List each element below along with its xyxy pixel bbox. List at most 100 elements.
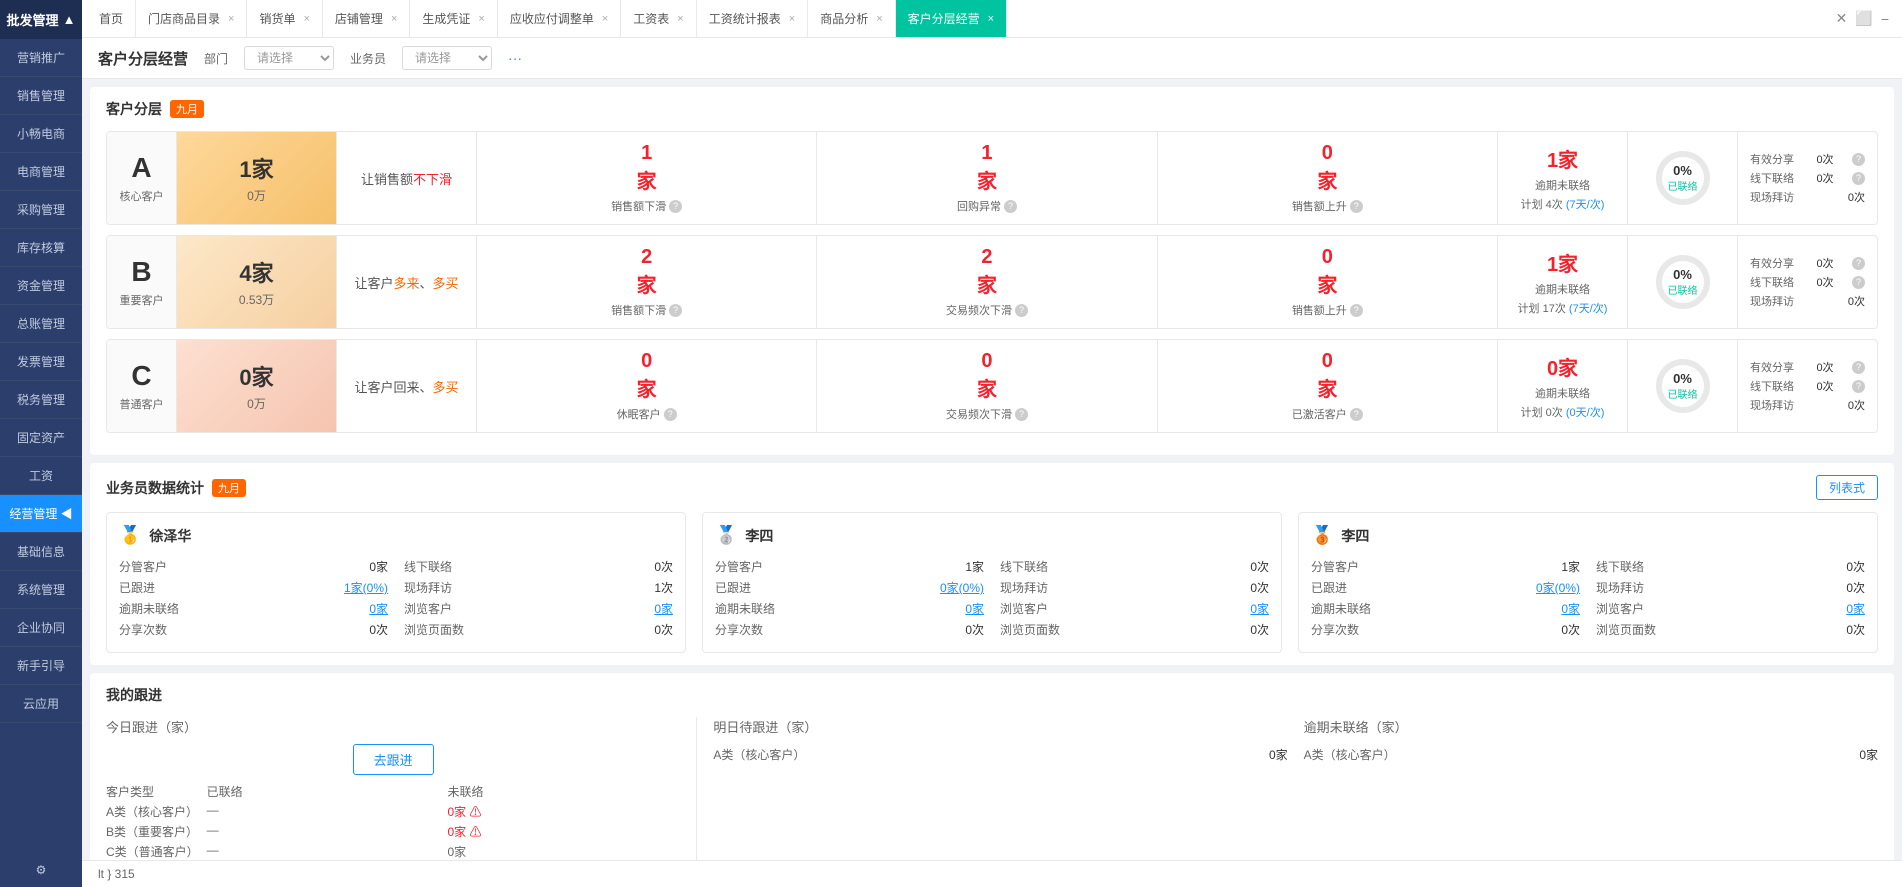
tomorrow-label-a: A类（核心客户） <box>713 746 805 763</box>
sidebar-item-yun[interactable]: 云应用 <box>0 685 82 723</box>
info-icon[interactable]: ? <box>1852 276 1865 289</box>
tier-b-stat-0[interactable]: 2家 销售额下滑 ? <box>477 236 817 328</box>
tier-c-stat-2[interactable]: 0家 已激活客户 ? <box>1158 340 1497 432</box>
tab-home[interactable]: 首页 <box>87 0 136 38</box>
gear-icon[interactable]: ⚙ <box>0 853 82 887</box>
stat-link[interactable]: 0家 <box>654 600 673 617</box>
sidebar-item-xinshou[interactable]: 新手引导 <box>0 647 82 685</box>
stat-link[interactable]: 1家(0%) <box>344 579 388 596</box>
close-icon[interactable]: × <box>876 13 882 25</box>
tier-a-stat-1[interactable]: 1家 回购异常 ? <box>817 132 1157 224</box>
col-header-contacted: 已联络 <box>207 783 440 800</box>
tab-receivable[interactable]: 应收应付调整单 × <box>498 0 621 38</box>
sidebar-item-qiye[interactable]: 企业协同 <box>0 609 82 647</box>
tier-c-side-count-0: 0次 <box>1816 359 1833 375</box>
tier-c-summary[interactable]: 0家 0万 <box>177 340 337 432</box>
close-icon[interactable]: × <box>789 13 795 25</box>
tier-c-side-1: 线下联络 0次 ? <box>1750 378 1865 394</box>
stat-label: 浏览页面数 <box>1000 621 1060 638</box>
info-icon[interactable]: ? <box>1015 304 1028 317</box>
tier-b-stat-2[interactable]: 0家 销售额上升 ? <box>1158 236 1497 328</box>
info-icon[interactable]: ? <box>1852 172 1865 185</box>
tab-sales-order[interactable]: 销货单 × <box>247 0 322 38</box>
tab-product-analysis[interactable]: 商品分析 × <box>808 0 895 38</box>
tier-c-stat-0[interactable]: 0家 休眠客户 ? <box>477 340 817 432</box>
stat-link[interactable]: 0家(0%) <box>1536 579 1580 596</box>
more-options-icon[interactable]: ··· <box>508 50 522 66</box>
sidebar-item-dianshang[interactable]: 电商管理 <box>0 153 82 191</box>
stat-link[interactable]: 0家 <box>1250 600 1269 617</box>
info-icon[interactable]: ? <box>1852 153 1865 166</box>
stat-link[interactable]: 0家(0%) <box>940 579 984 596</box>
info-icon[interactable]: ? <box>1350 304 1363 317</box>
tier-c-stat-1[interactable]: 0家 交易频次下滑 ? <box>817 340 1157 432</box>
info-icon[interactable]: ? <box>1852 361 1865 374</box>
minimize-window-icon[interactable]: − <box>1881 11 1889 27</box>
info-icon[interactable]: ? <box>1350 200 1363 213</box>
stat-link[interactable]: 0家 <box>369 600 388 617</box>
close-icon[interactable]: × <box>988 13 994 25</box>
tier-b-stat-1[interactable]: 2家 交易频次下滑 ? <box>817 236 1157 328</box>
sidebar-item-xiaodian[interactable]: 小畅电商 <box>0 115 82 153</box>
sidebar-item-zonzhang[interactable]: 总账管理 <box>0 305 82 343</box>
tab-customer-tier[interactable]: 客户分层经营 × <box>896 0 1007 38</box>
sidebar-logo[interactable]: 批发管理 ▲ <box>0 0 82 39</box>
stat-link[interactable]: 0家 <box>1846 600 1865 617</box>
circle-chart-a: 0% 已联络 <box>1653 148 1713 208</box>
tab-store-mgmt[interactable]: 店铺管理 × <box>323 0 410 38</box>
tab-voucher[interactable]: 生成凭证 × <box>410 0 497 38</box>
tier-b-summary[interactable]: 4家 0.53万 <box>177 236 337 328</box>
close-window-icon[interactable]: ✕ <box>1836 10 1848 27</box>
stat-link[interactable]: 0家 <box>965 600 984 617</box>
tier-a-stat-2[interactable]: 0家 销售额上升 ? <box>1158 132 1497 224</box>
tier-a-stat-label-1: 回购异常 ? <box>957 198 1017 214</box>
sidebar-item-jichu[interactable]: 基础信息 <box>0 533 82 571</box>
sidebar-item-label: 系统管理 <box>17 583 65 597</box>
staff-select[interactable]: 请选择 <box>402 46 492 70</box>
close-icon[interactable]: × <box>303 13 309 25</box>
tier-c-plan-link[interactable]: (0天/次) <box>1566 407 1605 419</box>
sidebar-item-xiaoshou[interactable]: 销售管理 <box>0 77 82 115</box>
stat-link[interactable]: 0家 <box>1561 600 1580 617</box>
tier-c-side-label-1: 线下联络 <box>1750 378 1794 394</box>
tier-b-label: B 重要客户 <box>107 236 177 328</box>
tier-a-summary[interactable]: 1家 0万 <box>177 132 337 224</box>
info-icon[interactable]: ? <box>1004 200 1017 213</box>
sidebar-item-caigou[interactable]: 采购管理 <box>0 191 82 229</box>
info-icon[interactable]: ? <box>1015 408 1028 421</box>
tab-payroll[interactable]: 工资表 × <box>621 0 696 38</box>
sidebar-item-xitong[interactable]: 系统管理 <box>0 571 82 609</box>
tab-payroll-report[interactable]: 工资统计报表 × <box>697 0 808 38</box>
info-icon[interactable]: ? <box>1350 408 1363 421</box>
tier-a-plan-link[interactable]: (7天/次) <box>1566 199 1605 211</box>
sidebar-item-yingxiao[interactable]: 营销推广 <box>0 39 82 77</box>
close-icon[interactable]: × <box>228 13 234 25</box>
sidebar-item-shuiwu[interactable]: 税务管理 <box>0 381 82 419</box>
info-icon[interactable]: ? <box>1852 257 1865 270</box>
tier-b-plan-link[interactable]: (7天/次) <box>1569 303 1608 315</box>
close-icon[interactable]: × <box>391 13 397 25</box>
tab-product-analysis-label: 商品分析 <box>820 10 868 27</box>
sidebar-item-kucun[interactable]: 库存核算 <box>0 229 82 267</box>
restore-window-icon[interactable]: ⬜ <box>1855 10 1872 27</box>
sidebar-item-gongzi[interactable]: 工资 <box>0 457 82 495</box>
close-icon[interactable]: × <box>602 13 608 25</box>
sidebar-item-guding[interactable]: 固定资产 <box>0 419 82 457</box>
tier-c-stats: 0家 休眠客户 ? 0家 交易频次下滑 ? 0家 <box>477 340 1497 432</box>
sidebar-item-fapiao[interactable]: 发票管理 <box>0 343 82 381</box>
info-icon[interactable]: ? <box>664 408 677 421</box>
close-icon[interactable]: × <box>478 13 484 25</box>
sidebar-item-zijin[interactable]: 资金管理 <box>0 267 82 305</box>
close-icon[interactable]: × <box>677 13 683 25</box>
dept-select[interactable]: 请选择 <box>244 46 334 70</box>
list-view-button[interactable]: 列表式 <box>1816 475 1878 500</box>
tab-receivable-label: 应收应付调整单 <box>510 10 594 27</box>
tier-a-stat-0[interactable]: 1家 销售额下滑 ? <box>477 132 817 224</box>
info-icon[interactable]: ? <box>669 304 682 317</box>
info-icon[interactable]: ? <box>1852 380 1865 393</box>
tab-shop-products[interactable]: 门店商品目录 × <box>136 0 247 38</box>
sidebar-item-jingying[interactable]: 经营管理 ◀ <box>0 495 82 533</box>
staff-card-2: 🥉 李四 分管客户 1家 已跟进 0家(0%) <box>1298 512 1878 653</box>
goto-followup-button[interactable]: 去跟进 <box>353 744 434 775</box>
info-icon[interactable]: ? <box>669 200 682 213</box>
